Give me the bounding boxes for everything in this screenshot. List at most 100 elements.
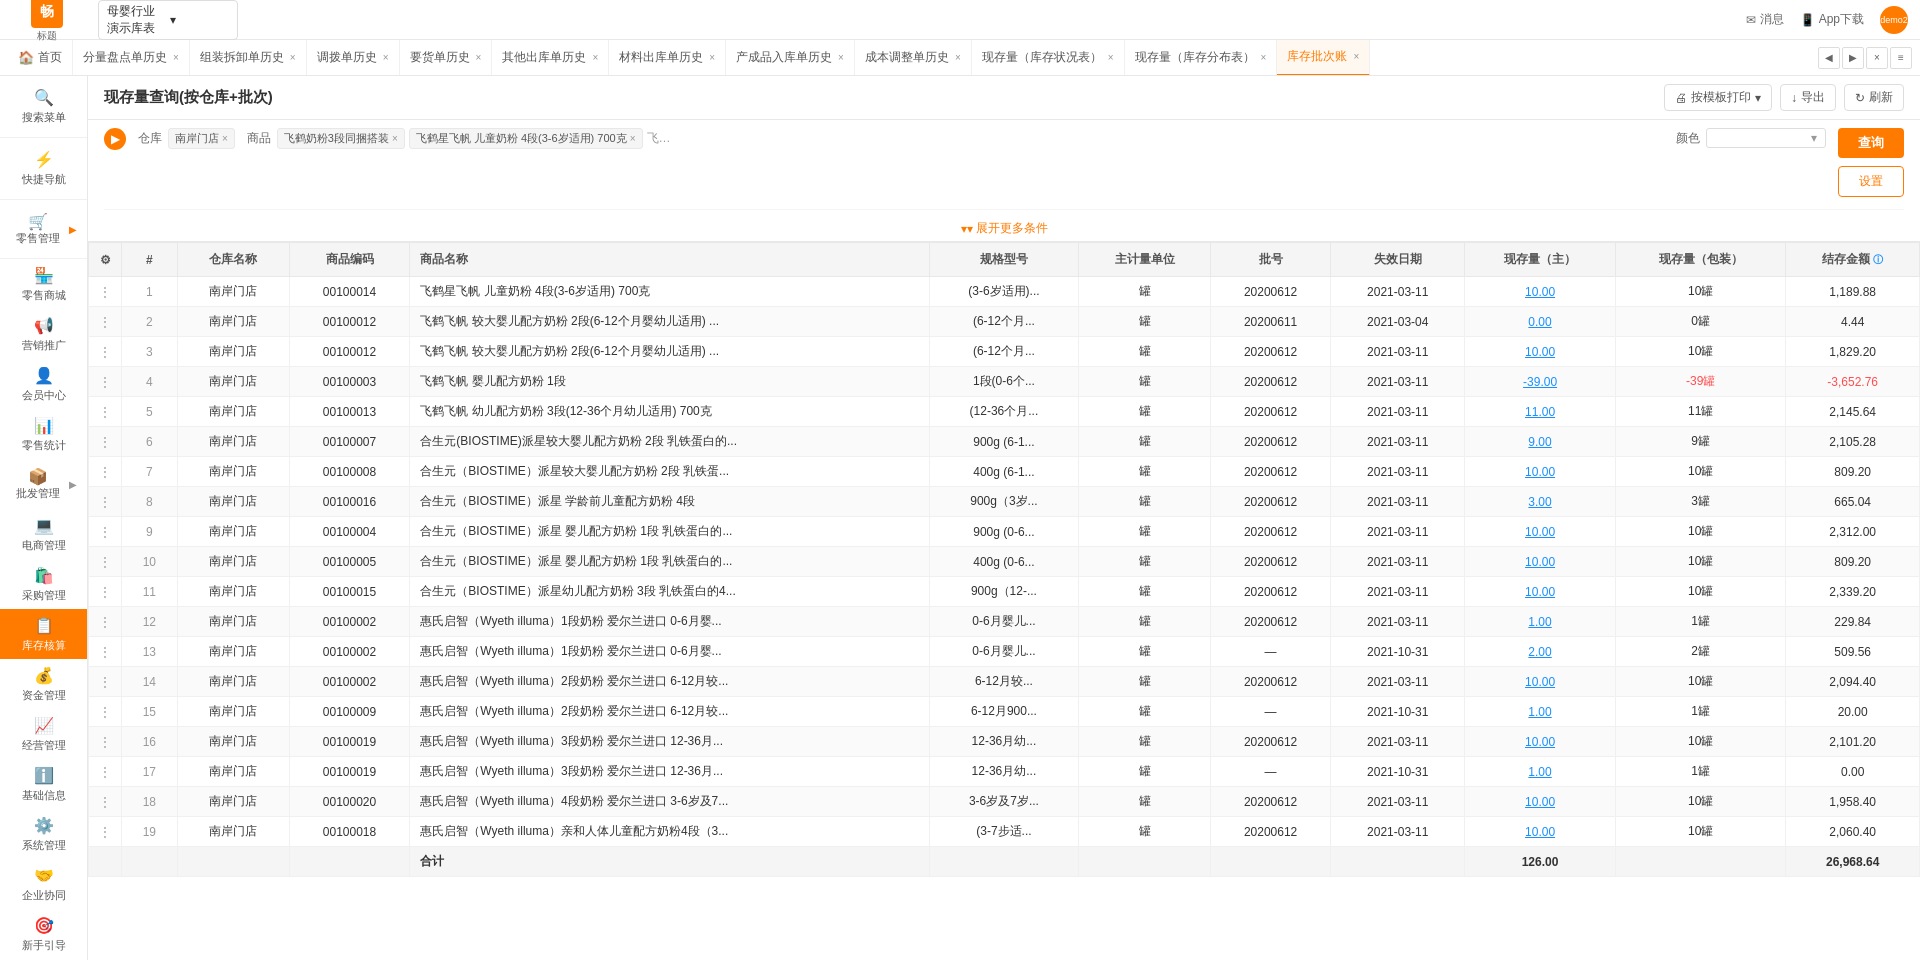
sidebar-item-operation[interactable]: 📈 经营管理 (0, 709, 87, 759)
cell-qty[interactable]: 1.00 (1465, 607, 1616, 637)
sidebar-item-retailstore[interactable]: 🏪 零售商城 (0, 259, 87, 309)
product-tag-2[interactable]: 飞鹤星飞帆 儿童奶粉 4段(3-6岁适用) 700克 × (409, 128, 643, 149)
tab-xianzailiang2[interactable]: 现存量（库存分布表） × (1125, 40, 1278, 76)
tab-chenben[interactable]: 成本调整单历史 × (855, 40, 972, 76)
export-button[interactable]: ↓ 导出 (1780, 84, 1836, 111)
cell-qty[interactable]: 1.00 (1465, 757, 1616, 787)
sidebar-item-stats[interactable]: 📊 零售统计 (0, 409, 87, 459)
cell-qty[interactable]: 10.00 (1465, 457, 1616, 487)
sidebar-item-enterprise[interactable]: 🤝 企业协同 (0, 859, 87, 909)
close-icon[interactable]: × (383, 52, 389, 63)
tab-cailiaochu[interactable]: 材料出库单历史 × (609, 40, 726, 76)
product-more-dots[interactable]: 飞… (647, 130, 671, 147)
cell-qty[interactable]: -39.00 (1465, 367, 1616, 397)
tab-next-button[interactable]: ▶ (1842, 47, 1864, 69)
sidebar-item-guide[interactable]: 🎯 新手引导 (0, 909, 87, 959)
cell-qty[interactable]: 10.00 (1465, 517, 1616, 547)
cell-qty[interactable]: 2.00 (1465, 637, 1616, 667)
sidebar-item-system[interactable]: ⚙️ 系统管理 (0, 809, 87, 859)
query-button[interactable]: 查询 (1838, 128, 1904, 158)
tab-prev-button[interactable]: ◀ (1818, 47, 1840, 69)
tab-qitachuku[interactable]: 其他出库单历史 × (492, 40, 609, 76)
expand-conditions-button[interactable]: ▾▾ 展开更多条件 (961, 220, 1048, 237)
cell-settings[interactable]: ⋮ (89, 607, 122, 637)
close-icon[interactable]: × (1108, 52, 1114, 63)
sidebar-item-inventory[interactable]: 📋 库存核算 (0, 609, 87, 659)
cell-settings[interactable]: ⋮ (89, 487, 122, 517)
tab-home[interactable]: 🏠 首页 (8, 40, 73, 76)
color-dropdown[interactable]: ▾ (1706, 128, 1826, 148)
message-button[interactable]: ✉ 消息 (1746, 11, 1784, 28)
close-icon[interactable]: × (1353, 51, 1359, 62)
sidebar-item-retail[interactable]: 🛒 零售管理 ▶ (0, 204, 87, 254)
sidebar-item-wholesale[interactable]: 📦 批发管理 ▶ (0, 459, 87, 509)
cell-qty[interactable]: 10.00 (1465, 577, 1616, 607)
cell-settings[interactable]: ⋮ (89, 427, 122, 457)
sidebar-item-purchase[interactable]: 🛍️ 采购管理 (0, 559, 87, 609)
product-tag-1[interactable]: 飞鹤奶粉3段同捆搭装 × (277, 128, 405, 149)
cell-settings[interactable]: ⋮ (89, 697, 122, 727)
store-selector[interactable]: 母婴行业演示库表 ▾ (98, 0, 238, 40)
warehouse-tag[interactable]: 南岸门店 × (168, 128, 235, 149)
cell-settings[interactable]: ⋮ (89, 307, 122, 337)
refresh-button[interactable]: ↻ 刷新 (1844, 84, 1904, 111)
remove-tag-icon[interactable]: × (392, 133, 398, 144)
cell-settings[interactable]: ⋮ (89, 667, 122, 697)
cell-settings[interactable]: ⋮ (89, 637, 122, 667)
cell-settings[interactable]: ⋮ (89, 757, 122, 787)
th-settings[interactable]: ⚙ (89, 243, 122, 277)
cell-settings[interactable]: ⋮ (89, 337, 122, 367)
cell-qty[interactable]: 9.00 (1465, 427, 1616, 457)
print-button[interactable]: 🖨 按模板打印 ▾ (1664, 84, 1772, 111)
cell-qty[interactable]: 10.00 (1465, 727, 1616, 757)
cell-qty[interactable]: 10.00 (1465, 547, 1616, 577)
tab-close-button[interactable]: × (1866, 47, 1888, 69)
cell-qty[interactable]: 10.00 (1465, 667, 1616, 697)
sidebar-item-finance[interactable]: 💰 资金管理 (0, 659, 87, 709)
cell-settings[interactable]: ⋮ (89, 517, 122, 547)
close-icon[interactable]: × (709, 52, 715, 63)
filter-expand-arrow[interactable]: ▶ (104, 128, 126, 150)
cell-settings[interactable]: ⋮ (89, 367, 122, 397)
cell-settings[interactable]: ⋮ (89, 547, 122, 577)
remove-tag-icon[interactable]: × (222, 133, 228, 144)
tab-fenling[interactable]: 分量盘点单历史 × (73, 40, 190, 76)
cell-qty[interactable]: 10.00 (1465, 337, 1616, 367)
cell-settings[interactable]: ⋮ (89, 817, 122, 847)
tab-tiaobao[interactable]: 调拨单历史 × (307, 40, 400, 76)
user-avatar[interactable]: demo2 (1880, 6, 1908, 34)
cell-qty[interactable]: 1.00 (1465, 697, 1616, 727)
tab-yaohuo[interactable]: 要货单历史 × (400, 40, 493, 76)
close-icon[interactable]: × (1261, 52, 1267, 63)
close-icon[interactable]: × (838, 52, 844, 63)
sidebar-item-search[interactable]: 🔍 搜索菜单 (0, 80, 87, 133)
sidebar-item-ecommerce[interactable]: 💻 电商管理 (0, 509, 87, 559)
tab-zuchai[interactable]: 组装拆卸单历史 × (190, 40, 307, 76)
tab-kupicha[interactable]: 库存批次账 × (1277, 40, 1370, 76)
cell-settings[interactable]: ⋮ (89, 397, 122, 427)
close-icon[interactable]: × (955, 52, 961, 63)
cell-qty[interactable]: 0.00 (1465, 307, 1616, 337)
cell-qty[interactable]: 10.00 (1465, 787, 1616, 817)
sidebar-item-basic[interactable]: ℹ️ 基础信息 (0, 759, 87, 809)
cell-qty[interactable]: 10.00 (1465, 277, 1616, 307)
sidebar-item-quick[interactable]: ⚡ 快捷导航 (0, 142, 87, 195)
cell-qty[interactable]: 3.00 (1465, 487, 1616, 517)
tab-xianzailiang1[interactable]: 现存量（库存状况表） × (972, 40, 1125, 76)
cell-qty[interactable]: 11.00 (1465, 397, 1616, 427)
sidebar-item-member[interactable]: 👤 会员中心 (0, 359, 87, 409)
cell-qty[interactable]: 10.00 (1465, 817, 1616, 847)
cell-settings[interactable]: ⋮ (89, 277, 122, 307)
setting-button[interactable]: 设置 (1838, 166, 1904, 197)
cell-settings[interactable]: ⋮ (89, 457, 122, 487)
close-icon[interactable]: × (476, 52, 482, 63)
cell-settings[interactable]: ⋮ (89, 577, 122, 607)
tab-menu-button[interactable]: ≡ (1890, 47, 1912, 69)
remove-tag-icon[interactable]: × (630, 133, 636, 144)
close-icon[interactable]: × (592, 52, 598, 63)
app-download-button[interactable]: 📱 App下载 (1800, 11, 1864, 28)
close-icon[interactable]: × (290, 52, 296, 63)
cell-settings[interactable]: ⋮ (89, 787, 122, 817)
tab-chengpinruku[interactable]: 产成品入库单历史 × (726, 40, 855, 76)
sidebar-item-marketing[interactable]: 📢 营销推广 (0, 309, 87, 359)
